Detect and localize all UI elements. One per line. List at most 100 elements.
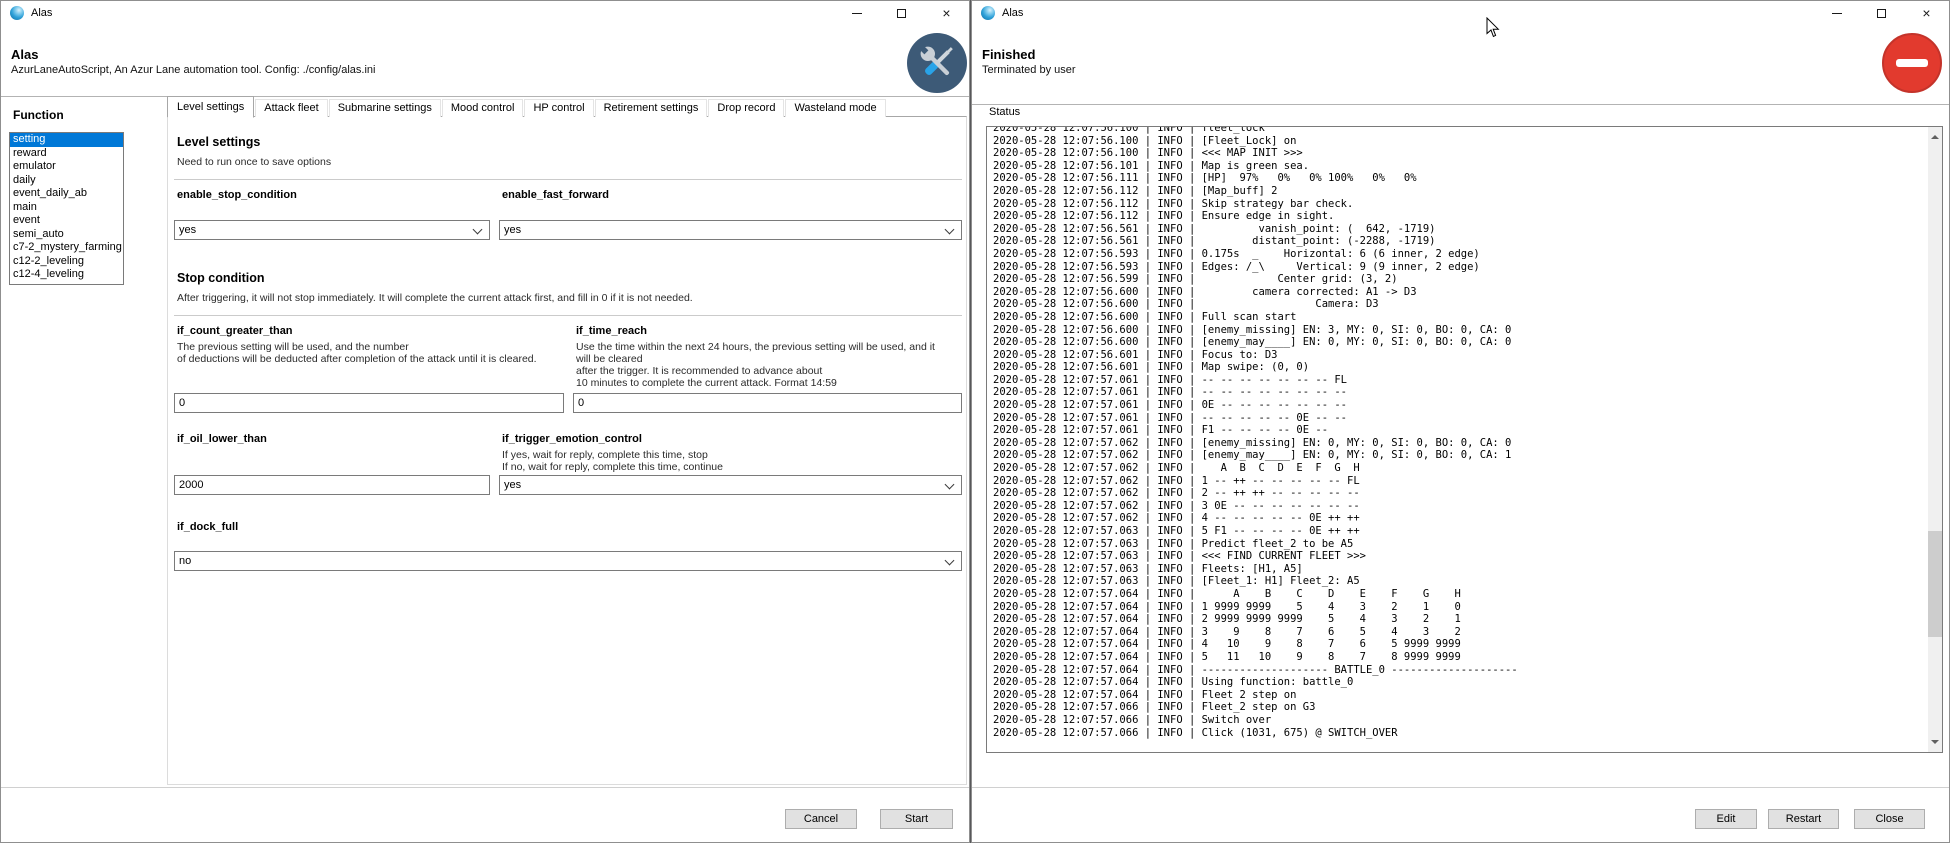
field-description: The previous setting will be used, and t… xyxy=(177,341,564,365)
function-list[interactable]: settingrewardemulatordailyevent_daily_ab… xyxy=(9,132,124,285)
field-description: Use the time within the next 24 hours, t… xyxy=(576,341,962,389)
edit-button[interactable]: Edit xyxy=(1695,809,1757,829)
minimize-button[interactable] xyxy=(1814,1,1859,25)
tab[interactable]: Submarine settings xyxy=(329,99,441,117)
log-line: 2020-05-28 12:07:57.061 | INFO | -- -- -… xyxy=(993,412,1925,425)
divider xyxy=(174,179,962,180)
if-dock-full-select[interactable]: no xyxy=(174,551,962,571)
scroll-down-icon[interactable] xyxy=(1928,737,1942,752)
log-line: 2020-05-28 12:07:57.063 | INFO | 5 F1 --… xyxy=(993,525,1925,538)
status-label: Status xyxy=(989,106,1020,118)
sidebar-item[interactable]: reward xyxy=(10,147,123,161)
tab[interactable]: Drop record xyxy=(708,99,784,117)
maximize-icon xyxy=(897,9,906,18)
log-line: 2020-05-28 12:07:57.062 | INFO | [enemy_… xyxy=(993,449,1925,462)
field-label-if-oil-lower-than: if_oil_lower_than xyxy=(177,433,490,445)
if-trigger-emotion-control-select[interactable]: yes xyxy=(499,475,962,495)
tab[interactable]: Attack fleet xyxy=(255,99,327,117)
maximize-button[interactable] xyxy=(1859,1,1904,25)
section-description: Need to run once to save options xyxy=(177,156,962,168)
function-label: Function xyxy=(13,108,64,122)
close-window-button[interactable]: Close xyxy=(1854,809,1925,829)
cancel-button[interactable]: Cancel xyxy=(785,809,857,829)
tab[interactable]: Wasteland mode xyxy=(785,99,885,117)
log-line: 2020-05-28 12:07:56.100 | INFO | <<< MAP… xyxy=(993,147,1925,160)
chevron-down-icon xyxy=(473,225,483,235)
close-icon: × xyxy=(1922,6,1930,20)
close-button[interactable]: × xyxy=(924,1,969,25)
close-button[interactable]: × xyxy=(1904,1,1949,25)
sidebar-item[interactable]: emulator xyxy=(10,160,123,174)
log-line: 2020-05-28 12:07:56.112 | INFO | Skip st… xyxy=(993,198,1925,211)
tab[interactable]: Level settings xyxy=(167,96,254,118)
minimize-button[interactable] xyxy=(834,1,879,25)
sidebar-item[interactable]: c7-2_mystery_farming xyxy=(10,241,123,255)
tab-page-level-settings: Level settings Need to run once to save … xyxy=(167,116,967,785)
log-line: 2020-05-28 12:07:57.064 | INFO | A B C D… xyxy=(993,588,1925,601)
enable-fast-forward-select[interactable]: yes xyxy=(499,220,962,240)
log-line: 2020-05-28 12:07:56.101 | INFO | Map is … xyxy=(993,160,1925,173)
log-line: 2020-05-28 12:07:56.599 | INFO | Center … xyxy=(993,273,1925,286)
log-line: 2020-05-28 12:07:57.066 | INFO | Fleet_2… xyxy=(993,701,1925,714)
sidebar-item[interactable]: semi_auto xyxy=(10,228,123,242)
log-line: 2020-05-28 12:07:56.100 | INFO | [Fleet_… xyxy=(993,135,1925,148)
if-time-reach-input[interactable] xyxy=(573,393,962,413)
titlebar[interactable]: Alas × xyxy=(972,1,1949,25)
titlebar[interactable]: Alas × xyxy=(1,1,969,25)
field-label-if-count-greater-than: if_count_greater_than xyxy=(177,325,564,337)
log-line: 2020-05-28 12:07:57.063 | INFO | Fleets:… xyxy=(993,563,1925,576)
section-heading: Level settings xyxy=(177,135,962,149)
sidebar-item[interactable]: setting xyxy=(10,133,123,147)
log-line: 2020-05-28 12:07:56.600 | INFO | [enemy_… xyxy=(993,336,1925,349)
log-line: 2020-05-28 12:07:56.100 | INFO | fleet_l… xyxy=(993,126,1925,135)
log-line: 2020-05-28 12:07:57.062 | INFO | 4 -- --… xyxy=(993,512,1925,525)
log-line: 2020-05-28 12:07:57.066 | INFO | Click (… xyxy=(993,727,1925,740)
section-heading-stop-condition: Stop condition xyxy=(177,271,962,285)
maximize-button[interactable] xyxy=(879,1,924,25)
alas-config-window: Alas × Alas AzurLaneAutoScript, An Azur … xyxy=(0,0,970,843)
log-line: 2020-05-28 12:07:56.601 | INFO | Map swi… xyxy=(993,361,1925,374)
tab[interactable]: Retirement settings xyxy=(595,99,708,117)
sidebar-item[interactable]: main xyxy=(10,201,123,215)
log-line: 2020-05-28 12:07:56.561 | INFO | distant… xyxy=(993,235,1925,248)
chevron-down-icon xyxy=(945,225,955,235)
sidebar-item[interactable]: c12-4_leveling xyxy=(10,268,123,282)
sidebar-item[interactable]: event_daily_ab xyxy=(10,187,123,201)
header-divider xyxy=(1,96,969,97)
log-line: 2020-05-28 12:07:56.600 | INFO | [enemy_… xyxy=(993,324,1925,337)
start-button[interactable]: Start xyxy=(880,809,953,829)
status-log[interactable]: 2020-05-28 12:07:56.100 | INFO | fleet_l… xyxy=(986,126,1943,753)
tab-bar: Level settingsAttack fleetSubmarine sett… xyxy=(167,98,887,117)
sidebar-item[interactable]: daily xyxy=(10,174,123,188)
log-line: 2020-05-28 12:07:57.064 | INFO | -------… xyxy=(993,664,1925,677)
enable-stop-condition-select[interactable]: yes xyxy=(174,220,490,240)
if-oil-lower-than-input[interactable] xyxy=(174,475,490,495)
window-title: Alas xyxy=(1002,7,1023,19)
sidebar-item[interactable]: c12-2_leveling xyxy=(10,255,123,269)
log-line: 2020-05-28 12:07:57.066 | INFO | Switch … xyxy=(993,714,1925,727)
footer-divider xyxy=(972,787,1949,788)
tab[interactable]: Mood control xyxy=(442,99,524,117)
log-line: 2020-05-28 12:07:57.062 | INFO | [enemy_… xyxy=(993,437,1925,450)
log-line: 2020-05-28 12:07:57.063 | INFO | Predict… xyxy=(993,538,1925,551)
log-line: 2020-05-28 12:07:57.061 | INFO | 0E -- -… xyxy=(993,399,1925,412)
log-line: 2020-05-28 12:07:56.601 | INFO | Focus t… xyxy=(993,349,1925,362)
log-line: 2020-05-28 12:07:57.063 | INFO | <<< FIN… xyxy=(993,550,1925,563)
log-line: 2020-05-28 12:07:56.561 | INFO | vanish_… xyxy=(993,223,1925,236)
scrollbar-thumb[interactable] xyxy=(1928,531,1942,637)
header-divider xyxy=(972,104,1949,105)
scroll-up-icon[interactable] xyxy=(1928,127,1942,142)
log-line: 2020-05-28 12:07:56.111 | INFO | [HP] 97… xyxy=(993,172,1925,185)
minimize-icon xyxy=(1832,13,1842,14)
restart-button[interactable]: Restart xyxy=(1768,809,1839,829)
if-count-greater-than-input[interactable] xyxy=(174,393,564,413)
log-line: 2020-05-28 12:07:56.600 | INFO | Full sc… xyxy=(993,311,1925,324)
alas-status-window: Alas × Finished Terminated by user Statu… xyxy=(971,0,1950,843)
log-scrollbar[interactable] xyxy=(1928,127,1942,752)
log-lines: 2020-05-28 12:07:56.100 | INFO | fleet_l… xyxy=(993,126,1925,739)
field-label-if-trigger-emotion-control: if_trigger_emotion_control xyxy=(502,433,962,445)
sidebar-item[interactable]: event xyxy=(10,214,123,228)
log-line: 2020-05-28 12:07:57.061 | INFO | -- -- -… xyxy=(993,374,1925,387)
terminated-stop-icon xyxy=(1882,33,1942,93)
tab[interactable]: HP control xyxy=(524,99,593,117)
